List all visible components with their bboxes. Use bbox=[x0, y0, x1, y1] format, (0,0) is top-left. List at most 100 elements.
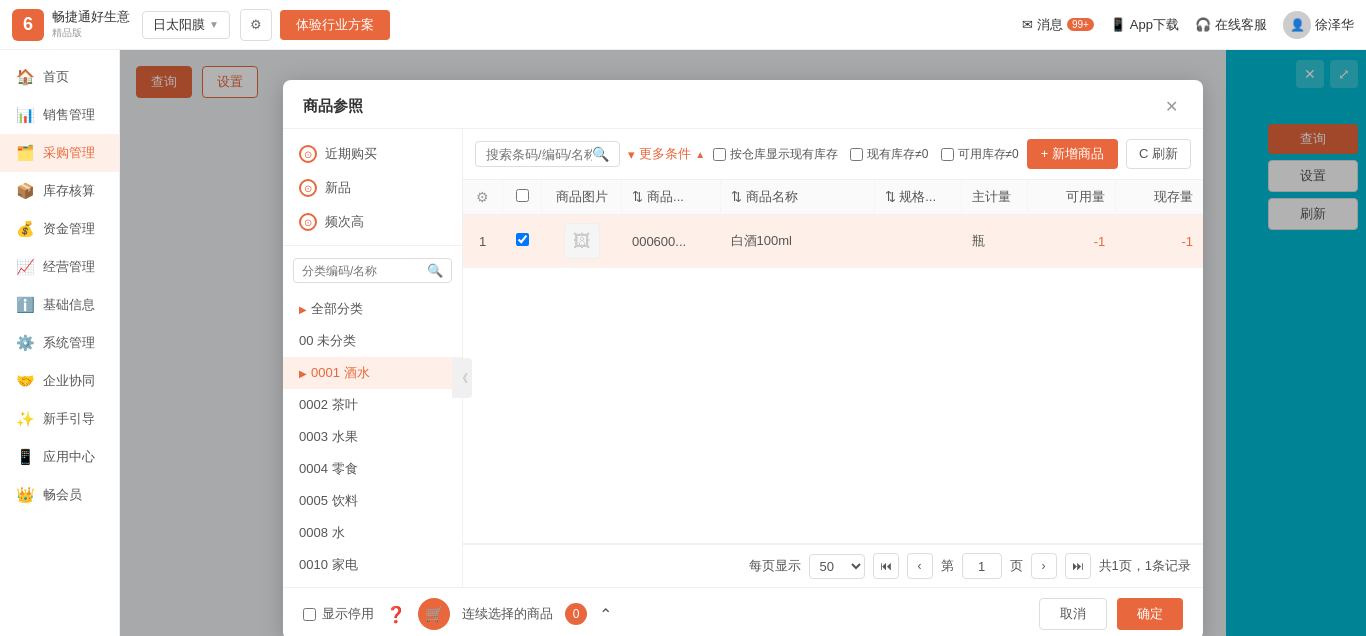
sidebar-label-system: 系统管理 bbox=[43, 334, 95, 352]
company-selector[interactable]: 日太阳膜 ▼ bbox=[142, 11, 230, 39]
sidebar-item-system[interactable]: ⚙️ 系统管理 bbox=[0, 324, 119, 362]
left-divider bbox=[283, 245, 462, 246]
row-checkbox-input[interactable] bbox=[516, 233, 529, 246]
select-all-checkbox[interactable] bbox=[516, 189, 529, 202]
quick-item-recent[interactable]: ⊙ 近期购买 bbox=[283, 137, 462, 171]
sidebar-item-inventory[interactable]: 📦 库存核算 bbox=[0, 172, 119, 210]
col-avail-header: 可用量 bbox=[1028, 180, 1116, 215]
category-item-liquor[interactable]: ▶ 0001 酒水 bbox=[283, 357, 462, 389]
left-sidebar: 🏠 首页 📊 销售管理 🗂️ 采购管理 📦 库存核算 💰 资金管理 📈 经营管理… bbox=[0, 50, 120, 636]
prev-page-button[interactable]: ‹ bbox=[907, 553, 933, 579]
filter-button[interactable]: ▾ 更多条件 ▲ bbox=[628, 145, 705, 163]
page-word: 第 bbox=[941, 557, 954, 575]
user-area[interactable]: 👤 徐泽华 bbox=[1283, 11, 1354, 39]
category-item-appliance[interactable]: 0010 家电 bbox=[283, 549, 462, 579]
table-settings-icon[interactable]: ⚙ bbox=[476, 189, 489, 205]
sidebar-item-finance[interactable]: 💰 资金管理 bbox=[0, 210, 119, 248]
next-page-button[interactable]: › bbox=[1031, 553, 1057, 579]
category-item-beverage[interactable]: 0005 饮料 bbox=[283, 485, 462, 517]
filter-icon: ▾ bbox=[628, 147, 635, 162]
row-num: 1 bbox=[463, 215, 502, 268]
sidebar-item-collab[interactable]: 🤝 企业协同 bbox=[0, 362, 119, 400]
category-item-water[interactable]: 0008 水 bbox=[283, 517, 462, 549]
category-search-icon[interactable]: 🔍 bbox=[427, 263, 443, 278]
cancel-button[interactable]: 取消 bbox=[1039, 598, 1107, 630]
company-name: 日太阳膜 bbox=[153, 16, 205, 34]
dialog-footer: 显示停用 ❓ 🛒 连续选择的商品 0 ⌃ 取消 确定 bbox=[283, 587, 1203, 636]
sidebar-item-purchase[interactable]: 🗂️ 采购管理 bbox=[0, 134, 119, 172]
category-item-fruit[interactable]: 0003 水果 bbox=[283, 421, 462, 453]
row-img: 🖼 bbox=[542, 215, 622, 268]
dialog-close-button[interactable]: ✕ bbox=[1159, 94, 1183, 118]
category-item-uncategorized[interactable]: 00 未分类 bbox=[283, 325, 462, 357]
messages-btn[interactable]: ✉ 消息 99+ bbox=[1022, 16, 1094, 34]
checkbox-warehouse[interactable]: 按仓库显示现有库存 bbox=[713, 146, 838, 163]
appstore-icon: 📱 bbox=[16, 448, 35, 466]
quick-item-frequent[interactable]: ⊙ 频次高 bbox=[283, 205, 462, 239]
recent-icon: ⊙ bbox=[299, 145, 317, 163]
col-img-header: 商品图片 bbox=[542, 180, 622, 215]
col-stock-header: 现存量 bbox=[1115, 180, 1203, 215]
sidebar-item-member[interactable]: 👑 畅会员 bbox=[0, 476, 119, 514]
checkbox-available-stock[interactable]: 可用库存≠0 bbox=[941, 146, 1019, 163]
dialog-header: 商品参照 ✕ bbox=[283, 80, 1203, 129]
category-item-all[interactable]: ▶ 全部分类 bbox=[283, 293, 462, 325]
category-search-input[interactable] bbox=[302, 264, 427, 278]
sidebar-label-home: 首页 bbox=[43, 68, 69, 86]
inventory-icon: 📦 bbox=[16, 182, 35, 200]
sidebar-item-guide[interactable]: ✨ 新手引导 bbox=[0, 400, 119, 438]
username: 徐泽华 bbox=[1315, 16, 1354, 34]
show-disabled-label[interactable]: 显示停用 bbox=[303, 605, 374, 623]
sidebar-item-business[interactable]: 📈 经营管理 bbox=[0, 248, 119, 286]
filter-label: 更多条件 bbox=[639, 145, 691, 163]
category-item-snack[interactable]: 0004 零食 bbox=[283, 453, 462, 485]
refresh-button[interactable]: C 刷新 bbox=[1126, 139, 1191, 169]
col-code-header[interactable]: ⇅ 商品... bbox=[622, 180, 721, 215]
col-spec-header[interactable]: ⇅ 规格... bbox=[874, 180, 962, 215]
table-row[interactable]: 1 🖼 000600... 白酒100ml bbox=[463, 215, 1203, 268]
sidebar-item-home[interactable]: 🏠 首页 bbox=[0, 58, 119, 96]
row-checkbox[interactable] bbox=[502, 215, 541, 268]
dialog-title: 商品参照 bbox=[303, 97, 363, 116]
checkbox-available-stock-input[interactable] bbox=[941, 148, 954, 161]
frequent-label: 频次高 bbox=[325, 213, 364, 231]
category-item-tea[interactable]: 0002 茶叶 bbox=[283, 389, 462, 421]
page-size-select[interactable]: 50 100 200 bbox=[809, 554, 865, 579]
new-product-button[interactable]: + 新增商品 bbox=[1027, 139, 1118, 169]
product-search-icon[interactable]: 🔍 bbox=[592, 146, 609, 162]
collab-icon: 🤝 bbox=[16, 372, 35, 390]
col-name-header[interactable]: ⇅ 商品名称 bbox=[721, 180, 874, 215]
cart-button[interactable]: 🛒 bbox=[418, 598, 450, 630]
collapse-footer-icon[interactable]: ⌃ bbox=[599, 605, 612, 624]
product-image: 🖼 bbox=[564, 223, 600, 259]
table-header-row: ⚙ 商品图片 bbox=[463, 180, 1203, 215]
sidebar-item-sales[interactable]: 📊 销售管理 bbox=[0, 96, 119, 134]
last-page-button[interactable]: ⏭ bbox=[1065, 553, 1091, 579]
sort-icon: ⇅ bbox=[632, 189, 643, 204]
sidebar-label-business: 经营管理 bbox=[43, 258, 95, 276]
sidebar-label-basicinfo: 基础信息 bbox=[43, 296, 95, 314]
quick-item-new[interactable]: ⊙ 新品 bbox=[283, 171, 462, 205]
settings-icon[interactable]: ⚙ bbox=[240, 9, 272, 41]
app-download-btn[interactable]: 📱 App下载 bbox=[1110, 16, 1179, 34]
dialog-table: ⚙ 商品图片 bbox=[463, 180, 1203, 543]
sidebar-item-basicinfo[interactable]: ℹ️ 基础信息 bbox=[0, 286, 119, 324]
page-input[interactable] bbox=[962, 553, 1002, 579]
sidebar-label-collab: 企业协同 bbox=[43, 372, 95, 390]
product-search-input[interactable] bbox=[486, 147, 592, 162]
sidebar-item-appstore[interactable]: 📱 应用中心 bbox=[0, 438, 119, 476]
collapse-panel-button[interactable]: 《 bbox=[452, 358, 472, 398]
sidebar-label-finance: 资金管理 bbox=[43, 220, 95, 238]
online-service-btn[interactable]: 🎧 在线客服 bbox=[1195, 16, 1267, 34]
help-icon[interactable]: ❓ bbox=[386, 605, 406, 624]
row-available: -1 bbox=[1028, 215, 1116, 268]
checkbox-existing-stock[interactable]: 现有库存≠0 bbox=[850, 146, 928, 163]
show-disabled-checkbox[interactable] bbox=[303, 608, 316, 621]
first-page-button[interactable]: ⏮ bbox=[873, 553, 899, 579]
sidebar-label-inventory: 库存核算 bbox=[43, 182, 95, 200]
checkbox-existing-stock-input[interactable] bbox=[850, 148, 863, 161]
confirm-button[interactable]: 确定 bbox=[1117, 598, 1183, 630]
selected-text: 连续选择的商品 bbox=[462, 605, 553, 623]
trial-button[interactable]: 体验行业方案 bbox=[280, 10, 390, 40]
checkbox-warehouse-input[interactable] bbox=[713, 148, 726, 161]
